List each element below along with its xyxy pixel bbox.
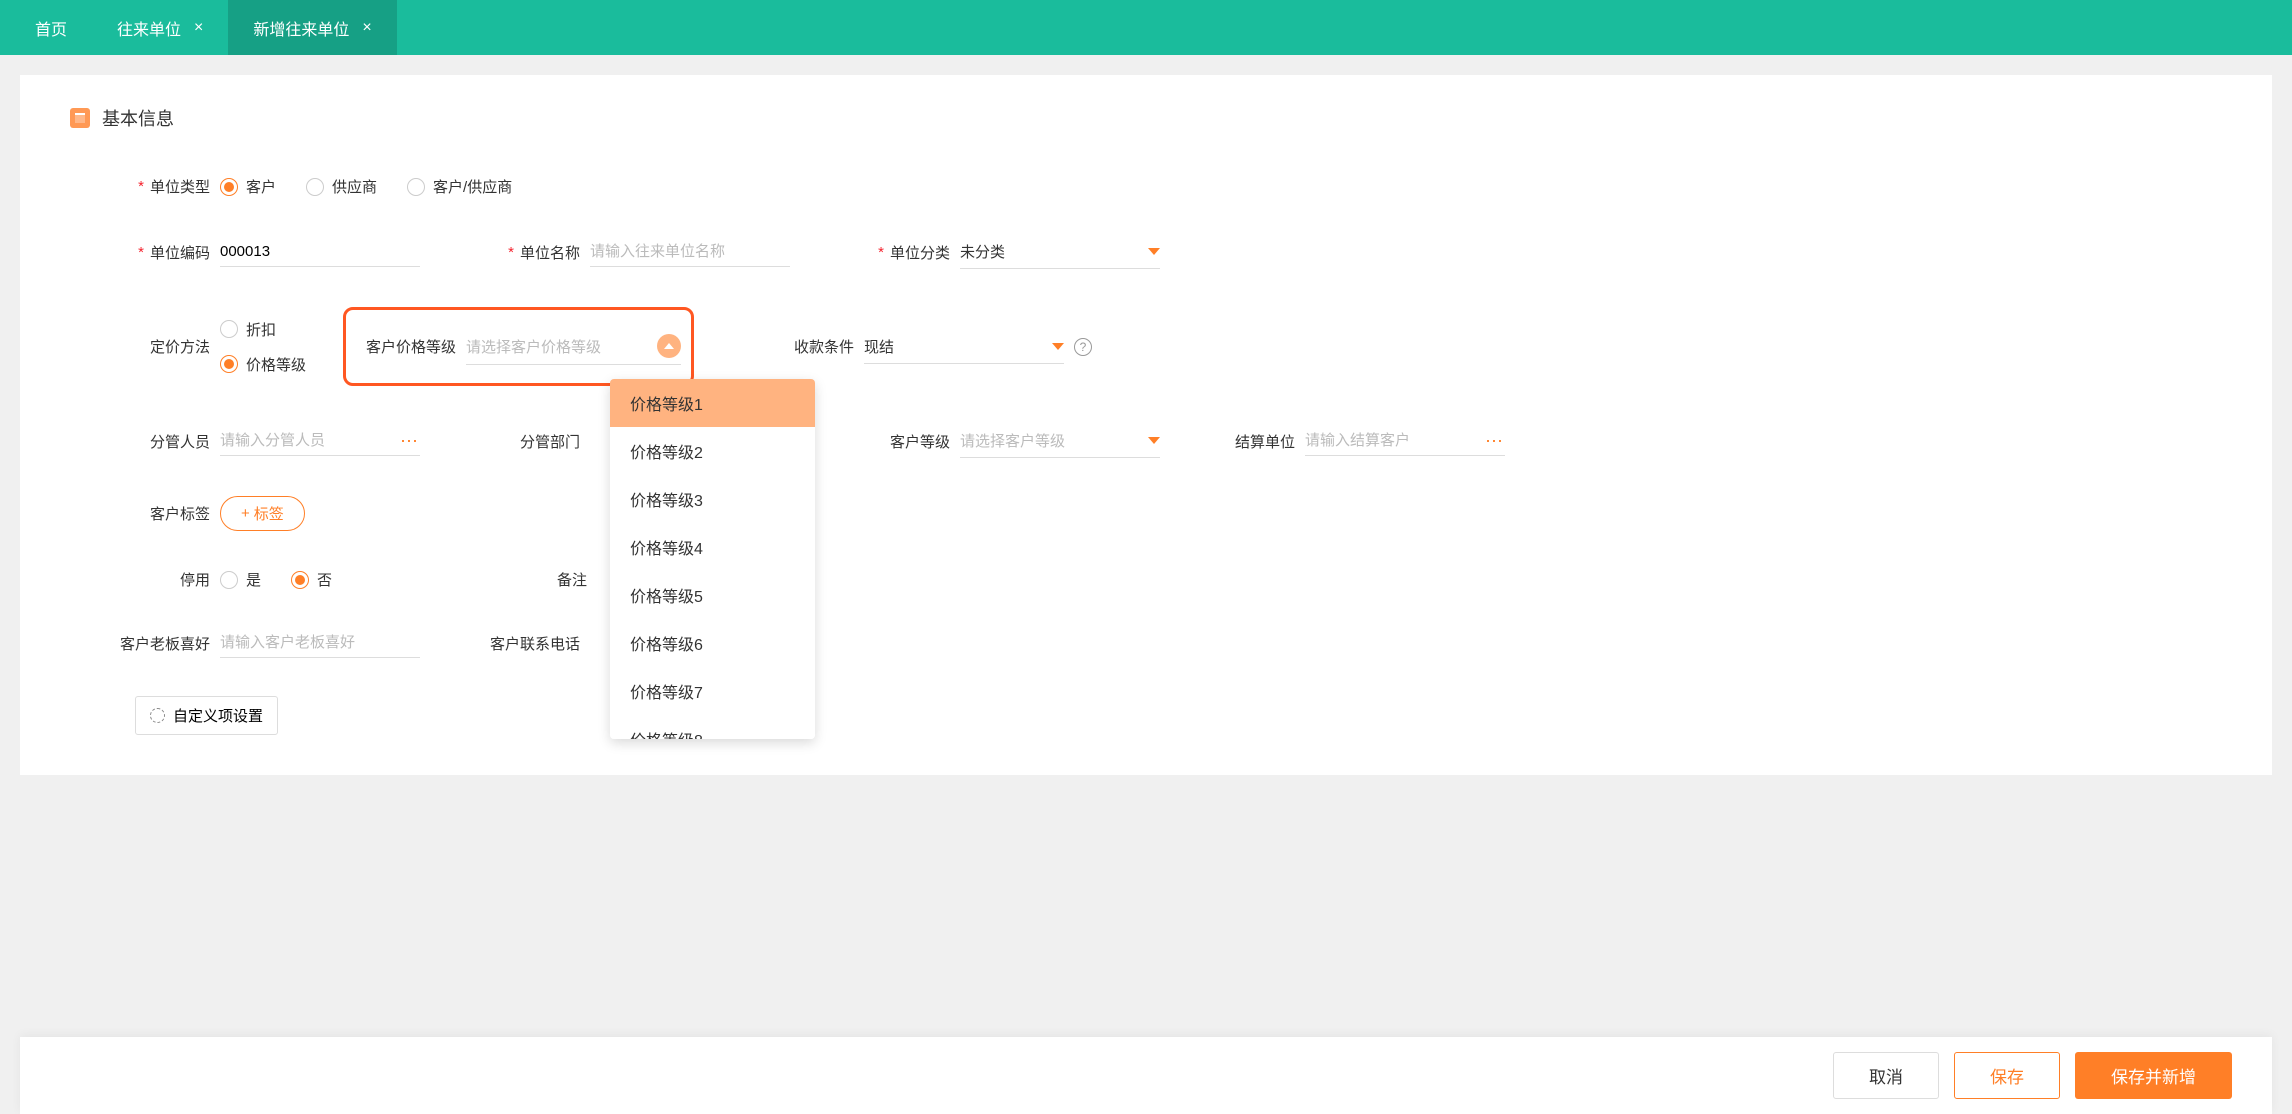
assigned-dept-label: 分管部门 [475, 431, 590, 452]
dropdown-item[interactable]: 价格等级7 [610, 667, 815, 715]
contact-phone-label: 客户联系电话 [475, 633, 590, 654]
chevron-up-icon [657, 334, 681, 358]
price-level-select[interactable]: 请选择客户价格等级 [466, 328, 681, 365]
customer-tag-label: 客户标签 [105, 503, 220, 524]
radio-both[interactable]: 客户/供应商 [407, 176, 512, 197]
customer-level-placeholder: 请选择客户等级 [960, 430, 1065, 451]
unit-name-input[interactable] [590, 237, 790, 267]
tab-home[interactable]: 首页 [10, 0, 92, 55]
customer-level-select[interactable]: 请选择客户等级 [960, 424, 1160, 458]
boss-pref-input[interactable] [220, 628, 420, 658]
pricing-method-label: 定价方法 [105, 336, 220, 357]
close-icon[interactable]: × [362, 19, 371, 37]
tab-add-contact[interactable]: 新增往来单位 × [228, 0, 396, 55]
close-icon[interactable]: × [194, 19, 203, 37]
radio-disabled-no[interactable]: 否 [291, 569, 332, 590]
header-tabs: 首页 往来单位 × 新增往来单位 × [0, 0, 2292, 55]
price-level-placeholder: 请选择客户价格等级 [466, 336, 601, 357]
customer-level-label: 客户等级 [845, 431, 960, 452]
payment-terms-label: 收款条件 [749, 336, 864, 357]
assigned-staff-label: 分管人员 [105, 431, 220, 452]
gear-icon [150, 708, 165, 723]
save-button[interactable]: 保存 [1954, 1052, 2060, 1099]
dropdown-item[interactable]: 价格等级4 [610, 523, 815, 571]
settlement-unit-label: 结算单位 [1215, 431, 1305, 452]
cancel-button[interactable]: 取消 [1833, 1052, 1939, 1099]
tab-contacts-label: 往来单位 [117, 16, 181, 40]
dropdown-item[interactable]: 价格等级5 [610, 571, 815, 619]
boss-pref-label: 客户老板喜好 [105, 633, 220, 654]
tab-contacts[interactable]: 往来单位 × [92, 0, 228, 55]
custom-settings-button[interactable]: 自定义项设置 [135, 696, 278, 735]
unit-code-input[interactable] [220, 237, 420, 267]
dropdown-item[interactable]: 价格等级1 [610, 379, 815, 427]
price-level-highlight: 客户价格等级 请选择客户价格等级 [343, 307, 694, 386]
unit-category-select[interactable]: 未分类 [960, 235, 1160, 269]
unit-code-label: *单位编码 [105, 242, 220, 263]
unit-type-radios: 客户 供应商 客户/供应商 [220, 176, 512, 197]
remarks-label: 备注 [482, 569, 597, 590]
radio-price-level[interactable]: 价格等级 [220, 354, 306, 375]
radio-disabled-yes[interactable]: 是 [220, 569, 261, 590]
dropdown-item[interactable]: 价格等级6 [610, 619, 815, 667]
radio-discount[interactable]: 折扣 [220, 319, 306, 340]
section-header: 基本信息 [70, 105, 2222, 131]
payment-terms-select[interactable]: 现结 [864, 330, 1064, 364]
dropdown-item[interactable]: 价格等级2 [610, 427, 815, 475]
unit-type-label: *单位类型 [105, 176, 220, 197]
tab-home-label: 首页 [35, 16, 67, 40]
tab-add-contact-label: 新增往来单位 [253, 16, 349, 40]
radio-supplier[interactable]: 供应商 [306, 176, 377, 197]
chevron-down-icon [1052, 343, 1064, 350]
price-level-label: 客户价格等级 [356, 336, 466, 357]
unit-category-value: 未分类 [960, 241, 1005, 262]
dropdown-item[interactable]: 价格等级8 [610, 715, 815, 739]
footer-actions: 取消 保存 保存并新增 [20, 1037, 2272, 1114]
save-add-button[interactable]: 保存并新增 [2075, 1052, 2232, 1099]
help-icon[interactable]: ? [1074, 338, 1092, 356]
dropdown-item[interactable]: 价格等级3 [610, 475, 815, 523]
ellipsis-icon[interactable]: ⋯ [400, 431, 420, 452]
disabled-label: 停用 [105, 569, 220, 590]
chevron-down-icon [1148, 248, 1160, 255]
ellipsis-icon[interactable]: ⋯ [1485, 431, 1505, 452]
chevron-down-icon [1148, 437, 1160, 444]
unit-name-label: *单位名称 [475, 242, 590, 263]
content-panel: 基本信息 *单位类型 客户 供应商 客户/供应商 *单位编码 *单位名称 *单位… [20, 75, 2272, 775]
pricing-method-radios: 折扣 价格等级 [220, 319, 306, 375]
unit-category-label: *单位分类 [845, 242, 960, 263]
radio-customer[interactable]: 客户 [220, 176, 276, 197]
settlement-unit-input[interactable] [1305, 426, 1505, 456]
assigned-staff-input[interactable] [220, 426, 420, 456]
payment-terms-value: 现结 [864, 336, 894, 357]
form-icon [70, 108, 90, 128]
add-tag-button[interactable]: +标签 [220, 496, 305, 531]
section-title: 基本信息 [102, 105, 174, 131]
price-level-dropdown: 价格等级1价格等级2价格等级3价格等级4价格等级5价格等级6价格等级7价格等级8 [610, 379, 815, 739]
